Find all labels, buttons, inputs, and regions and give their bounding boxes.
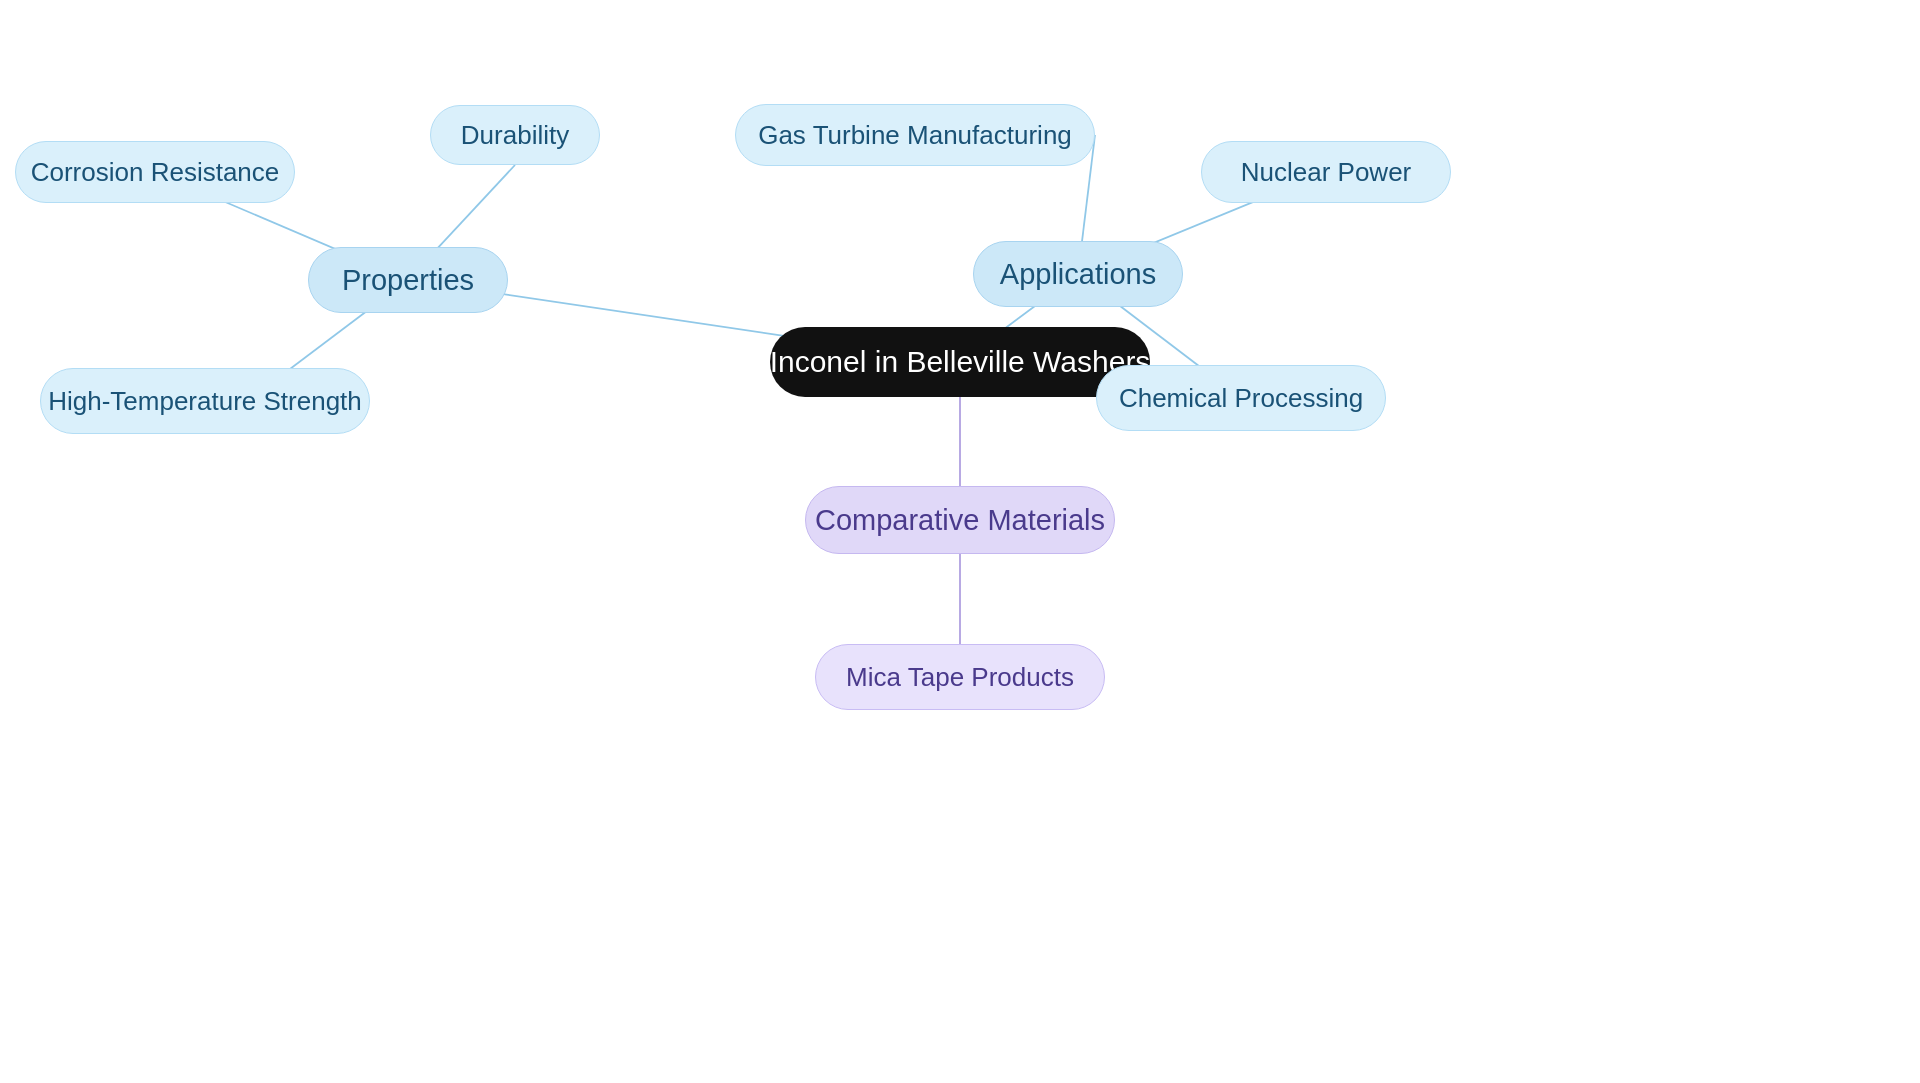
durability-node[interactable]: Durability	[430, 105, 600, 165]
center-node[interactable]: Inconel in Belleville Washers	[770, 327, 1150, 397]
properties-node[interactable]: Properties	[308, 247, 508, 313]
nuclear-power-node[interactable]: Nuclear Power	[1201, 141, 1451, 203]
chemical-processing-node[interactable]: Chemical Processing	[1096, 365, 1386, 431]
high-temperature-strength-node[interactable]: High-Temperature Strength	[40, 368, 370, 434]
corrosion-resistance-node[interactable]: Corrosion Resistance	[15, 141, 295, 203]
mica-tape-products-node[interactable]: Mica Tape Products	[815, 644, 1105, 710]
comparative-materials-node[interactable]: Comparative Materials	[805, 486, 1115, 554]
gas-turbine-manufacturing-node[interactable]: Gas Turbine Manufacturing	[735, 104, 1095, 166]
applications-node[interactable]: Applications	[973, 241, 1183, 307]
